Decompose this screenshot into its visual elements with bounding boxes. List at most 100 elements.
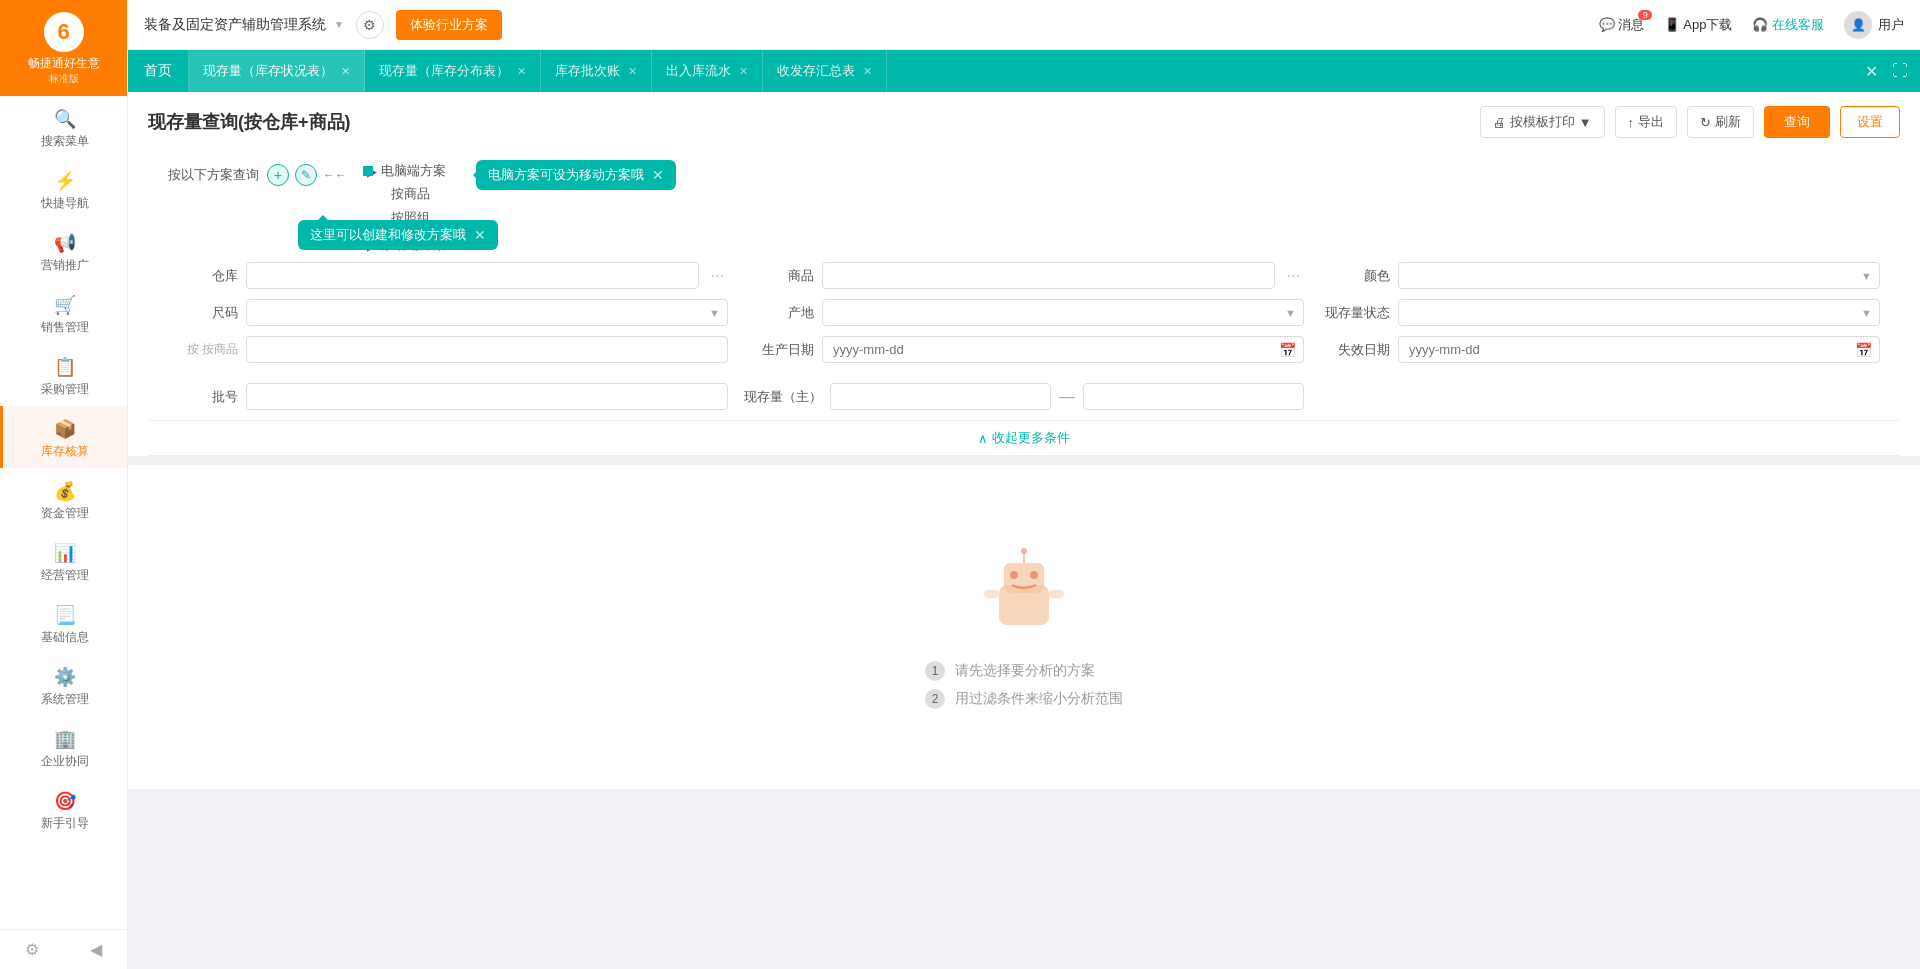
tab-inventory-status[interactable]: 现存量（库存状况表） ✕ (189, 50, 365, 92)
sidebar-item-sales[interactable]: 🛒 销售管理 (0, 282, 127, 344)
desktop-scheme-label: 电脑端方案 (381, 162, 446, 180)
desktop-scheme-header[interactable]: ▶ 电脑端方案 (367, 160, 446, 182)
collapse-bar[interactable]: ∧ 收起更多条件 (148, 421, 1900, 456)
collapse-sidebar-button[interactable]: ◀ (90, 940, 102, 959)
callout-mobile-text: 电脑方案可设为移动方案哦 (488, 166, 644, 184)
step-num-2: 2 (925, 689, 945, 709)
sidebar-item-operations[interactable]: 📊 经营管理 (0, 530, 127, 592)
tab-in-out-flow[interactable]: 出入库流水 ✕ (652, 50, 763, 92)
sidebar-label-finance: 资金管理 (41, 505, 89, 522)
tab-inventory-dist[interactable]: 现存量（库存分布表） ✕ (365, 50, 541, 92)
origin-select[interactable] (822, 299, 1304, 326)
back-scheme-button[interactable]: ←← (323, 168, 347, 182)
close-callout-create[interactable]: ✕ (474, 227, 486, 243)
stock-status-label: 现存量状态 (1320, 304, 1390, 322)
category-field: 按 按商品 (168, 336, 728, 363)
warehouse-field: 仓库 ··· (168, 262, 728, 289)
logo-icon: 6 (44, 12, 84, 52)
logo-char: 6 (57, 19, 69, 45)
plan-button[interactable]: 体验行业方案 (396, 10, 502, 40)
stock-qty-to-input[interactable] (1083, 383, 1304, 410)
scheme-icons: + ✎ ←← (267, 164, 347, 186)
tab-batch-ledger[interactable]: 库存批次账 ✕ (541, 50, 652, 92)
warehouse-input[interactable] (246, 262, 699, 289)
sidebar-item-inventory[interactable]: 📦 库存核算 (0, 406, 127, 468)
export-button[interactable]: ↑ 导出 (1615, 106, 1678, 138)
close-batch-ledger-tab[interactable]: ✕ (628, 65, 637, 78)
system-dropdown-arrow: ▼ (334, 19, 344, 30)
mfg-date-calendar-icon[interactable]: 📅 (1279, 342, 1296, 358)
system-selector[interactable]: 装备及固定资产辅助管理系统 ▼ (144, 16, 344, 34)
sidebar-bottom: ⚙ ◀ (0, 929, 127, 969)
sidebar-item-enterprise[interactable]: 🏢 企业协同 (0, 716, 127, 778)
user-button[interactable]: 👤 用户 (1844, 11, 1904, 39)
app-download-button[interactable]: 📱 App下载 (1664, 16, 1732, 34)
marketing-icon: 📢 (54, 232, 76, 254)
system-icon: ⚙️ (54, 666, 76, 688)
expand-button[interactable]: ⛶ (1888, 58, 1912, 84)
product-input[interactable] (822, 262, 1275, 289)
close-recv-send-summary-tab[interactable]: ✕ (863, 65, 872, 78)
stock-status-field: 现存量状态 ▼ (1320, 299, 1880, 326)
close-callout-mobile[interactable]: ✕ (652, 167, 664, 183)
collapse-label: 收起更多条件 (992, 429, 1070, 447)
filter-row-4: 批号 现存量（主） — (168, 383, 1880, 410)
settings-gear-button[interactable]: ⚙ (356, 11, 384, 39)
filter-row-3: 按 按商品 生产日期 📅 失效日期 (168, 336, 1880, 373)
close-inventory-dist-tab[interactable]: ✕ (517, 65, 526, 78)
refresh-button[interactable]: ↻ 刷新 (1687, 106, 1754, 138)
sidebar-item-system[interactable]: ⚙️ 系统管理 (0, 654, 127, 716)
sidebar-label-enterprise: 企业协同 (41, 753, 89, 770)
search-button[interactable]: 查询 (1764, 106, 1830, 138)
sidebar-item-guide[interactable]: 🎯 新手引导 (0, 778, 127, 840)
close-in-out-flow-tab[interactable]: ✕ (739, 65, 748, 78)
stock-qty-from-input[interactable] (830, 383, 1051, 410)
main-content: 装备及固定资产辅助管理系统 ▼ ⚙ 体验行业方案 💬 消息 9 📱 App下载 … (128, 0, 1920, 969)
sidebar-item-search-menu[interactable]: 🔍 搜索菜单 (0, 96, 127, 158)
inventory-icon: 📦 (54, 418, 76, 440)
close-inventory-status-tab[interactable]: ✕ (341, 65, 350, 78)
color-select[interactable] (1398, 262, 1880, 289)
empty-step-1: 1 请先选择要分析的方案 (925, 661, 1123, 681)
exp-date-calendar-icon[interactable]: 📅 (1855, 342, 1872, 358)
batch-label: 批号 (168, 388, 238, 406)
close-all-tabs-button[interactable]: ✕ (1861, 58, 1882, 85)
sidebar-label-inventory: 库存核算 (41, 443, 89, 460)
message-button[interactable]: 💬 消息 9 (1599, 16, 1645, 34)
callout-create-scheme: 这里可以创建和修改方案哦 ✕ (298, 220, 498, 250)
stock-status-select[interactable] (1398, 299, 1880, 326)
reset-button[interactable]: 设置 (1840, 106, 1900, 138)
product-label: 商品 (744, 267, 814, 285)
size-select[interactable] (246, 299, 728, 326)
sidebar-item-purchase[interactable]: 📋 采购管理 (0, 344, 127, 406)
settings-button[interactable]: ⚙ (25, 940, 39, 959)
scheme-item-by-product[interactable]: 按商品 (381, 182, 446, 206)
batch-input[interactable] (246, 383, 728, 410)
warehouse-dots[interactable]: ··· (707, 267, 728, 285)
size-label: 尺码 (168, 304, 238, 322)
tab-home-label: 首页 (144, 62, 172, 80)
print-button[interactable]: 🖨 按模板打印 ▼ (1480, 106, 1605, 138)
refresh-label: 刷新 (1715, 113, 1741, 131)
edit-scheme-button[interactable]: ✎ (295, 164, 317, 186)
filter-section: 按以下方案查询 + ✎ ←← ▶ (148, 150, 1900, 421)
mfg-date-input[interactable] (822, 336, 1304, 363)
sidebar-item-basic-info[interactable]: 📃 基础信息 (0, 592, 127, 654)
sidebar-label-guide: 新手引导 (41, 815, 89, 832)
tab-recv-send-summary[interactable]: 收发存汇总表 ✕ (763, 50, 887, 92)
online-support-button[interactable]: 🎧 在线客服 (1752, 16, 1824, 34)
mfg-date-wrap: 📅 (822, 336, 1304, 363)
exp-date-input[interactable] (1398, 336, 1880, 363)
sidebar-item-marketing[interactable]: 📢 营销推广 (0, 220, 127, 282)
tab-home[interactable]: 首页 (128, 50, 189, 92)
page-title: 现存量查询(按仓库+商品) (148, 110, 351, 134)
size-field: 尺码 ▼ (168, 299, 728, 326)
sidebar-item-quick-nav[interactable]: ⚡ 快捷导航 (0, 158, 127, 220)
sidebar-item-finance[interactable]: 💰 资金管理 (0, 468, 127, 530)
svg-rect-7 (1049, 590, 1064, 598)
search-menu-icon: 🔍 (54, 108, 76, 130)
category-input[interactable] (246, 336, 728, 363)
product-dots[interactable]: ··· (1283, 267, 1304, 285)
add-scheme-button[interactable]: + (267, 164, 289, 186)
sidebar-logo: 6 畅捷通好生意 标准版 (0, 0, 127, 96)
